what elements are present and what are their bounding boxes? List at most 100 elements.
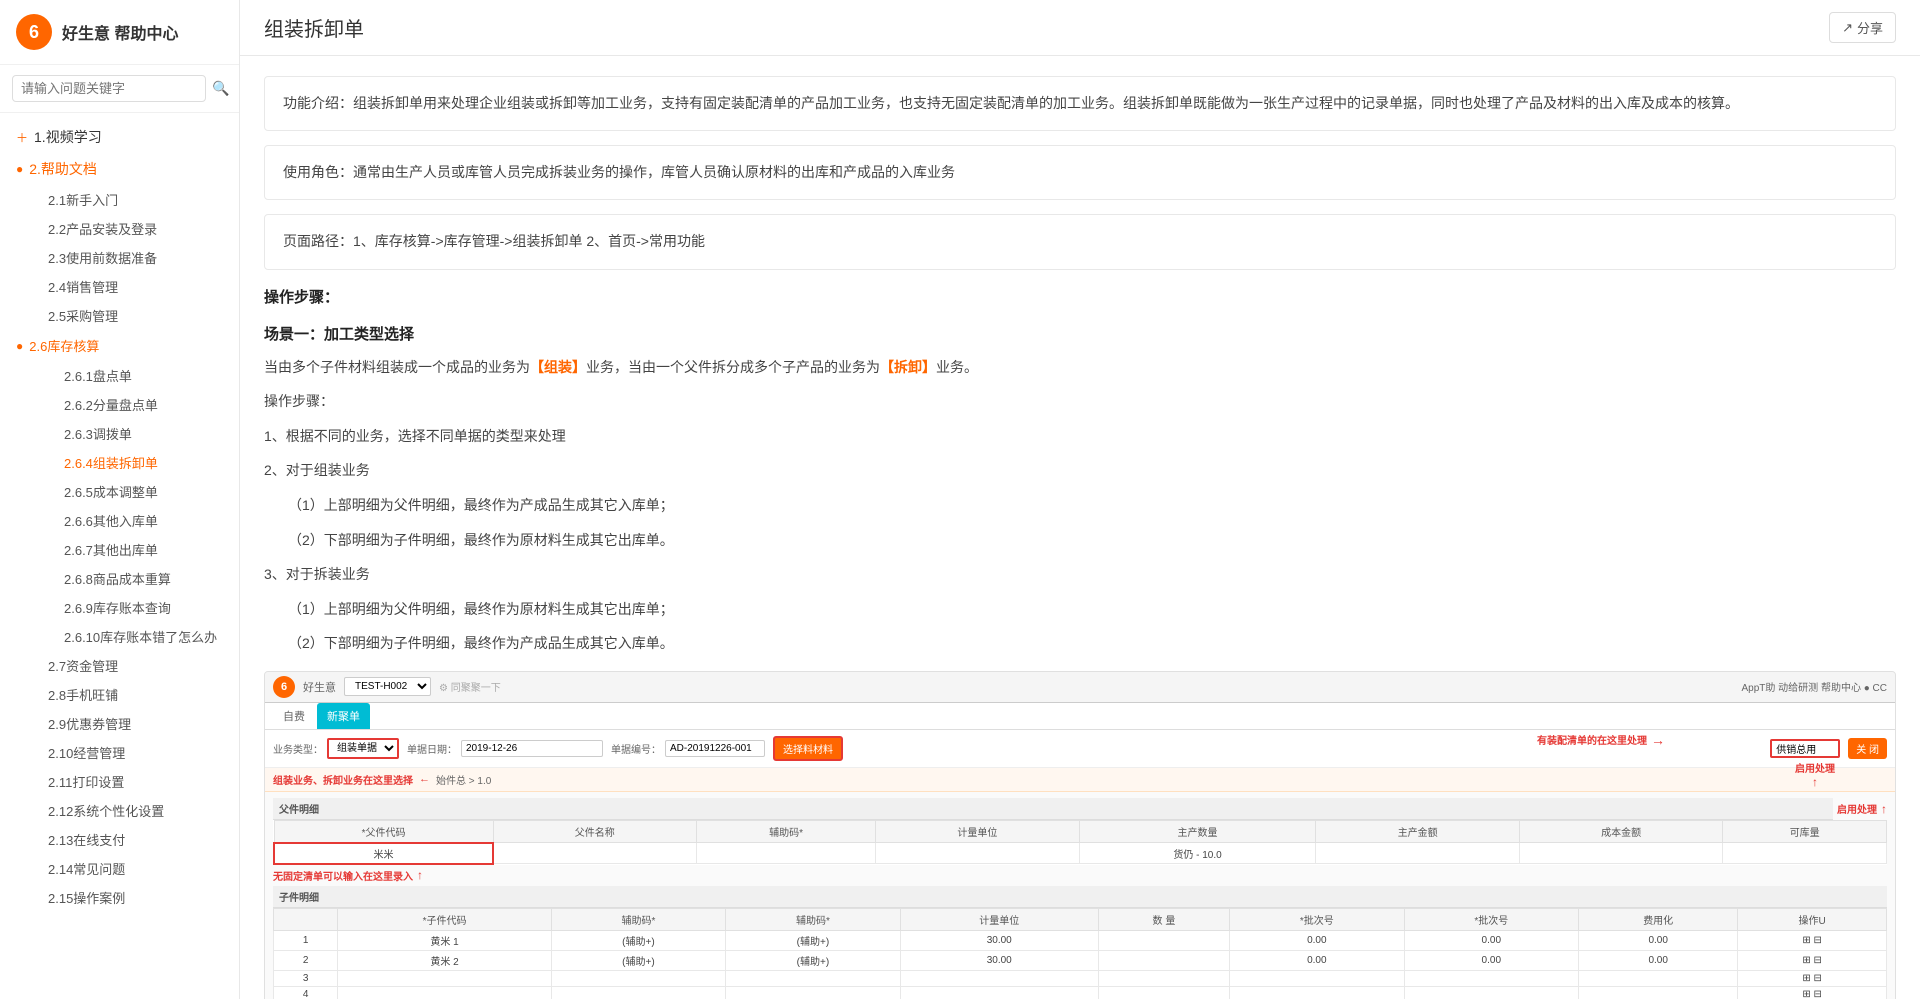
step2-text: 2、对于组装业务 bbox=[264, 457, 1896, 484]
sidebar-item-other-in[interactable]: 2.6.6其他入库单 bbox=[32, 506, 239, 535]
mock-biz-input[interactable] bbox=[1770, 739, 1840, 758]
mock-confirm-btn[interactable]: 关 闭 bbox=[1848, 738, 1887, 759]
mock-arrow2: ↑ bbox=[1812, 775, 1818, 789]
mock-child-b1-1: 0.00 bbox=[1230, 930, 1404, 950]
search-button[interactable]: 🔍 bbox=[212, 80, 229, 97]
mock-arrow3: ↑ bbox=[417, 868, 423, 882]
mock-child-op-1[interactable]: ⊞ ⊟ bbox=[1738, 930, 1887, 950]
mock-nav-icons: AppT助 动给研测 帮助中心 ● CC bbox=[1742, 679, 1888, 694]
mock-sync-icon: ⚙ 同聚聚一下 bbox=[439, 679, 501, 694]
sidebar-item-mobile[interactable]: 2.8手机旺铺 bbox=[16, 680, 239, 709]
mock-type-select[interactable]: 组装单据 bbox=[327, 738, 399, 759]
mock-child-b2-1: 0.00 bbox=[1404, 930, 1578, 950]
mock-child-th-cost: 费用化 bbox=[1579, 908, 1738, 930]
sidebar-item-other-out[interactable]: 2.6.7其他出库单 bbox=[32, 535, 239, 564]
mock-th-aux: 辅助码* bbox=[697, 820, 876, 843]
mock-select-material-btn[interactable]: 选择料材料 bbox=[773, 736, 843, 761]
sidebar-item-stocktake[interactable]: 2.6.1盘点单 bbox=[32, 361, 239, 390]
sidebar-item-assembly[interactable]: 2.6.4组装拆卸单 bbox=[32, 448, 239, 477]
app-logo: 6 bbox=[16, 14, 52, 50]
mock-th-name: 父件名称 bbox=[493, 820, 696, 843]
mock-annotation4-area: 启用处理 ↑ bbox=[1837, 801, 1887, 816]
mock-arrow4: ↑ bbox=[1881, 802, 1887, 816]
sidebar-item-data-prep[interactable]: 2.3使用前数据准备 bbox=[16, 243, 239, 272]
role-block: 使用角色：通常由生产人员或库管人员完成拆装业务的操作，库管人员确认原材料的出库和… bbox=[264, 145, 1896, 200]
sidebar-item-cost-adjust[interactable]: 2.6.5成本调整单 bbox=[32, 477, 239, 506]
steps-title: 操作步骤： bbox=[264, 286, 1896, 307]
mock-number-field: 单据编号： bbox=[611, 740, 765, 757]
sidebar-item-ledger-fix[interactable]: 2.6.10库存账本错了怎么办 bbox=[32, 622, 239, 651]
mock-number-input[interactable] bbox=[665, 740, 765, 757]
mock-child-op-2[interactable]: ⊞ ⊟ bbox=[1738, 950, 1887, 970]
mock-th-cost: 成本金额 bbox=[1519, 820, 1722, 843]
mock-th-amount: 主产金额 bbox=[1316, 820, 1519, 843]
mock-confirm-label: 关 闭 bbox=[1856, 745, 1879, 756]
sidebar-item-print[interactable]: 2.11打印设置 bbox=[16, 767, 239, 796]
mock-type-label: 业务类型： bbox=[273, 741, 323, 756]
mock-child-aux1-1: (辅助+) bbox=[551, 930, 725, 950]
sidebar-item-ledger-query[interactable]: 2.6.9库存账本查询 bbox=[32, 593, 239, 622]
sidebar-docs-children: 2.1新手入门 2.2产品安装及登录 2.3使用前数据准备 2.4销售管理 2.… bbox=[0, 185, 239, 912]
sidebar-item-sales[interactable]: 2.4销售管理 bbox=[16, 272, 239, 301]
sidebar-item-inventory[interactable]: ● 2.6库存核算 bbox=[16, 330, 239, 361]
mock-parent-table: *父件代码 父件名称 辅助码* 计量单位 主产数量 主产金额 成本金额 可库量 bbox=[273, 820, 1887, 865]
sidebar-item-system[interactable]: 2.12系统个性化设置 bbox=[16, 796, 239, 825]
sidebar-item-cases[interactable]: 2.15操作案例 bbox=[16, 883, 239, 912]
sidebar-item-operations[interactable]: 2.10经营管理 bbox=[16, 738, 239, 767]
main-content: 组装拆卸单 ↗ 分享 功能介绍：组装拆卸单用来处理企业组装或拆卸等加工业务，支持… bbox=[240, 0, 1920, 999]
mock-child-header-row: *子件代码 辅助码* 辅助码* 计量单位 数 量 *批次号 *批次号 费用化 操… bbox=[274, 908, 1887, 930]
sidebar-section-label: 1.视频学习 bbox=[34, 127, 102, 147]
mock-sub-annotation: 组装业务、拆卸业务在这里选择 bbox=[273, 772, 413, 787]
mock-date-label: 单据日期： bbox=[407, 741, 457, 756]
sidebar-item-purchase[interactable]: 2.5采购管理 bbox=[16, 301, 239, 330]
mock-parent-name bbox=[493, 843, 696, 864]
mock-child-aux2-2: (辅助+) bbox=[726, 950, 900, 970]
sidebar-item-docs[interactable]: ● 2.帮助文档 bbox=[0, 153, 239, 185]
mock-child-name-2: 黄米 2 bbox=[338, 950, 551, 970]
mock-tab-new[interactable]: 新聚单 bbox=[317, 703, 370, 729]
sidebar-item-video[interactable]: ＋ 1.视频学习 bbox=[0, 121, 239, 153]
mock-child-b1-2: 0.00 bbox=[1230, 950, 1404, 970]
mock-select-btn-label: 选择料材料 bbox=[783, 745, 833, 756]
mock-parent-unit bbox=[876, 843, 1079, 864]
mock-parent-table-header-row: *父件代码 父件名称 辅助码* 计量单位 主产数量 主产金额 成本金额 可库量 bbox=[274, 820, 1887, 843]
mock-parent-avail bbox=[1723, 843, 1887, 864]
sidebar-item-transfer[interactable]: 2.6.3调拨单 bbox=[32, 419, 239, 448]
mock-parent-code: 米米 bbox=[274, 843, 493, 864]
mock-child-row-4: 4⊞ ⊟ bbox=[274, 986, 1887, 999]
mock-th-avail: 可库量 bbox=[1723, 820, 1887, 843]
sidebar-item-newbie[interactable]: 2.1新手入门 bbox=[16, 185, 239, 214]
sidebar-item-coupon[interactable]: 2.9优惠券管理 bbox=[16, 709, 239, 738]
mock-th-code: *父件代码 bbox=[274, 820, 493, 843]
mock-child-unit-2: 30.00 bbox=[900, 950, 1098, 970]
mock-child-qty-2 bbox=[1098, 950, 1229, 970]
sidebar-item-partial-stocktake[interactable]: 2.6.2分量盘点单 bbox=[32, 390, 239, 419]
sidebar-item-payment[interactable]: 2.13在线支付 bbox=[16, 825, 239, 854]
mock-company-select[interactable]: TEST-H002 bbox=[344, 677, 431, 696]
mock-toolbar-area: 业务类型： 组装单据 单据日期： 单据编号： bbox=[265, 730, 1895, 768]
share-button[interactable]: ↗ 分享 bbox=[1829, 12, 1896, 43]
sidebar-item-install[interactable]: 2.2产品安装及登录 bbox=[16, 214, 239, 243]
sidebar-item-finance[interactable]: 2.7资金管理 bbox=[16, 651, 239, 680]
mock-annotation1: 有装配清单的在这里处理 bbox=[1537, 732, 1647, 747]
step3-text: 3、对于拆装业务 bbox=[264, 561, 1896, 588]
sidebar-item-faq[interactable]: 2.14常见问题 bbox=[16, 854, 239, 883]
search-input[interactable] bbox=[12, 75, 206, 102]
mock-th-unit: 计量单位 bbox=[876, 820, 1079, 843]
mock-tabs: 自费 新聚单 bbox=[265, 703, 1895, 730]
mock-tab-self[interactable]: 自费 bbox=[273, 703, 315, 729]
mock-parent-amount bbox=[1316, 843, 1519, 864]
collapse-icon: ● bbox=[16, 162, 23, 176]
mock-sub-arrow: ← bbox=[419, 773, 430, 785]
app-title: 好生意 帮助中心 bbox=[62, 20, 178, 44]
mock-arrow1: → bbox=[1651, 732, 1665, 748]
mock-date-field: 单据日期： bbox=[407, 740, 603, 757]
mock-child-section-header: 子件明细 bbox=[273, 886, 1887, 908]
mock-content: 父件明细 启用处理 ↑ *父件代码 父件名称 辅助码* 计量单位 bbox=[265, 792, 1895, 999]
sidebar-inventory-label: 2.6库存核算 bbox=[29, 336, 99, 355]
mock-child-seq-1: 1 bbox=[274, 930, 338, 950]
mock-date-input[interactable] bbox=[461, 740, 603, 757]
mock-child-th-batch1: *批次号 bbox=[1230, 908, 1404, 930]
mock-child-th-batch2: *批次号 bbox=[1404, 908, 1578, 930]
sidebar-item-cost-recalc[interactable]: 2.6.8商品成本重算 bbox=[32, 564, 239, 593]
